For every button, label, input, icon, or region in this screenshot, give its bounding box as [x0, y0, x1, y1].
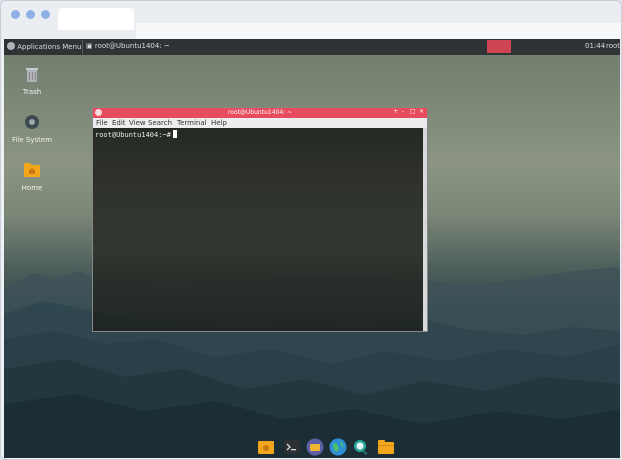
terminal-maximize-button[interactable]: □ — [410, 108, 416, 115]
record-button[interactable] — [487, 40, 511, 53]
remote-desktop: Applications Menu ▣ root@Ubuntu1404: ~ 0… — [4, 39, 620, 458]
drive-icon — [25, 115, 39, 129]
terminal-task-icon: ▣ — [86, 42, 93, 50]
clock: 01:44 — [585, 42, 606, 50]
terminal-menubar: File Edit View Search Terminal Help — [93, 118, 427, 128]
terminal-scrollbar[interactable] — [423, 128, 427, 331]
home-folder-icon[interactable] — [257, 438, 275, 456]
menu-search[interactable]: Search — [148, 119, 172, 127]
taskbar-terminal-item[interactable]: ▣ root@Ubuntu1404: ~ — [86, 42, 170, 50]
browser-window: Applications Menu ▣ root@Ubuntu1404: ~ 0… — [0, 0, 622, 460]
menu-view[interactable]: View — [129, 119, 146, 127]
browser-tab[interactable] — [58, 8, 134, 30]
trash-label: Trash — [22, 88, 42, 96]
menu-file[interactable]: File — [96, 119, 108, 127]
trash-icon — [26, 68, 38, 82]
apps-menu-label: Applications Menu — [17, 43, 82, 51]
apps-menu-button[interactable]: Applications Menu — [7, 42, 81, 51]
files-icon[interactable] — [306, 438, 324, 456]
terminal-title: root@Ubuntu1404: ~ — [227, 109, 293, 116]
desktop-icon-home[interactable]: Home — [7, 161, 57, 192]
terminal-close-button[interactable]: × — [419, 108, 424, 115]
terminal-minimize-button[interactable]: - — [402, 108, 404, 115]
file-system-label: File System — [11, 136, 53, 144]
taskbar-terminal-label: root@Ubuntu1404: ~ — [94, 42, 170, 50]
close-dot-icon[interactable] — [11, 10, 20, 19]
home-label: Home — [21, 184, 43, 192]
search-icon[interactable] — [352, 438, 370, 456]
menu-help[interactable]: Help — [211, 119, 227, 127]
desktop-icon-file-system[interactable]: File System — [7, 113, 57, 144]
panel-divider — [82, 40, 83, 54]
menu-terminal[interactable]: Terminal — [177, 119, 207, 127]
minimize-dot-icon[interactable] — [26, 10, 35, 19]
terminal-titlebar[interactable]: root@Ubuntu1404: ~ + - □ × — [93, 108, 427, 118]
folder-icon[interactable] — [377, 438, 395, 456]
terminal-window: root@Ubuntu1404: ~ + - □ × File Edit Vie… — [92, 107, 428, 332]
menu-edit[interactable]: Edit — [112, 119, 126, 127]
terminal-cursor — [172, 130, 177, 138]
apps-menu-icon — [7, 42, 15, 50]
terminal-stick-button[interactable]: + — [393, 108, 398, 115]
browser-address-area — [136, 23, 621, 39]
terminal-icon[interactable] — [283, 438, 301, 456]
top-panel: Applications Menu ▣ root@Ubuntu1404: ~ 0… — [4, 39, 620, 55]
home-folder-icon — [24, 163, 40, 177]
browser-globe-icon[interactable] — [329, 438, 347, 456]
window-controls — [11, 10, 50, 19]
maximize-dot-icon[interactable] — [41, 10, 50, 19]
browser-toolbar — [1, 1, 621, 39]
dock — [255, 437, 401, 458]
terminal-prompt-line: root@Ubuntu1404:~# — [95, 130, 177, 139]
user-menu[interactable]: root — [606, 42, 620, 50]
terminal-output[interactable]: root@Ubuntu1404:~# — [93, 128, 423, 331]
terminal-prompt: root@Ubuntu1404:~# — [95, 131, 171, 139]
desktop-icon-trash[interactable]: Trash — [7, 65, 57, 96]
